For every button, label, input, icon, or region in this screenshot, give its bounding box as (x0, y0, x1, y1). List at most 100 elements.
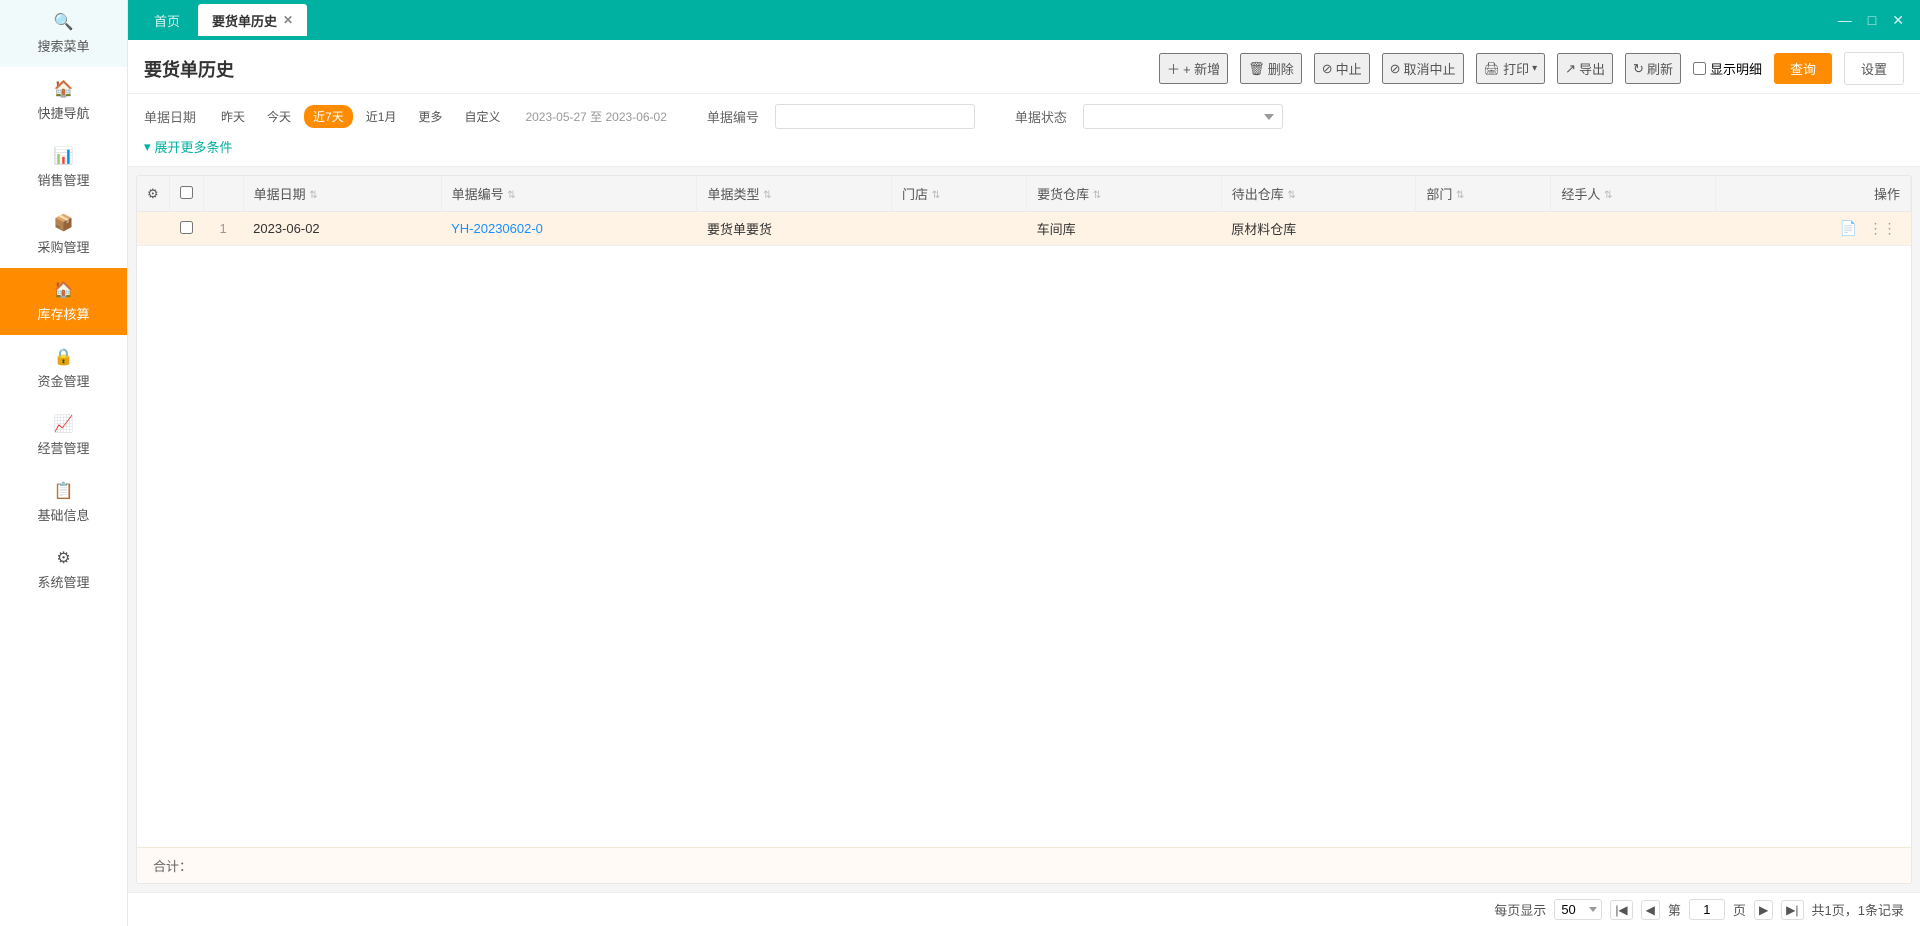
sidebar-item-sales[interactable]: 📊 销售管理 (0, 134, 127, 201)
table-header-row: ⚙ 单据日期 ⇅ 单据编号 ⇅ (137, 176, 1911, 212)
minimize-button[interactable]: — (1834, 10, 1856, 30)
th-type[interactable]: 单据类型 ⇅ (697, 176, 892, 212)
data-table: ⚙ 单据日期 ⇅ 单据编号 ⇅ (137, 176, 1911, 246)
more-op-icon[interactable]: ⋮⋮ (1865, 218, 1901, 238)
tab-requisition-history[interactable]: 要货单历史 ✕ (198, 4, 307, 36)
date-btn-yesterday[interactable]: 昨天 (212, 105, 254, 128)
last-page-button[interactable]: ▶| (1781, 900, 1803, 920)
td-pending-warehouse: 原材料仓库 (1221, 212, 1416, 246)
row-checkbox[interactable] (180, 221, 193, 234)
sort-pending-wh-icon: ⇅ (1287, 190, 1295, 201)
tab-close-icon[interactable]: ✕ (283, 13, 293, 27)
stop-icon: ⊘ (1322, 61, 1333, 77)
sidebar-item-basic-info[interactable]: 📋 基础信息 (0, 469, 127, 536)
next-page-button[interactable]: ▶ (1754, 900, 1773, 920)
topbar: 首页 要货单历史 ✕ — □ ✕ (128, 0, 1920, 40)
tab-home[interactable]: 首页 (140, 4, 194, 36)
print-button[interactable]: 🖨 打印 ▾ (1476, 53, 1546, 84)
per-page-label: 每页显示 (1494, 900, 1546, 919)
refresh-button[interactable]: ↻ 刷新 (1625, 53, 1681, 84)
table-wrapper[interactable]: ⚙ 单据日期 ⇅ 单据编号 ⇅ (137, 176, 1911, 847)
add-icon: ＋ (1167, 59, 1180, 78)
stop-button[interactable]: ⊘ 中止 (1314, 53, 1370, 84)
quick-nav-icon: 🏠 (54, 79, 74, 99)
print-icon: 🖨 (1484, 61, 1501, 77)
order-no-input[interactable] (775, 104, 975, 129)
first-page-button[interactable]: |◀ (1610, 900, 1632, 920)
cancel-stop-button[interactable]: ⊘ 取消中止 (1382, 53, 1464, 84)
date-btn-more[interactable]: 更多 (409, 105, 451, 128)
sidebar: 🔍 搜索菜单 🏠 快捷导航 📊 销售管理 📦 采购管理 🏠 库存核算 🔒 资金管… (0, 0, 128, 926)
th-settings[interactable]: ⚙ (137, 176, 169, 212)
th-department[interactable]: 部门 ⇅ (1416, 176, 1551, 212)
summary-row: 合计： (137, 847, 1911, 883)
sidebar-item-search-menu[interactable]: 🔍 搜索菜单 (0, 0, 127, 67)
th-handler[interactable]: 经手人 ⇅ (1551, 176, 1716, 212)
table-area: ⚙ 单据日期 ⇅ 单据编号 ⇅ (136, 175, 1912, 884)
toolbar: ＋ + 新增 🗑 删除 ⊘ 中止 ⊘ 取消中止 🖨 打印 (1159, 52, 1904, 85)
td-store (892, 212, 1027, 246)
th-date[interactable]: 单据日期 ⇅ (243, 176, 441, 212)
prev-page-button[interactable]: ◀ (1641, 900, 1660, 920)
page-label-pre: 第 (1668, 900, 1681, 919)
per-page-select[interactable]: 50 20 100 200 (1554, 899, 1602, 920)
display-detail-checkbox[interactable]: 显示明细 (1693, 59, 1762, 78)
date-btn-1month[interactable]: 近1月 (357, 105, 406, 128)
maximize-button[interactable]: □ (1864, 10, 1880, 30)
sidebar-item-operations[interactable]: 📈 经营管理 (0, 402, 127, 469)
topbar-right-controls: — □ ✕ (1834, 10, 1908, 31)
date-btn-custom[interactable]: 自定义 (455, 105, 509, 128)
order-no-label: 单据编号 (707, 107, 759, 126)
export-button[interactable]: ↗ 导出 (1557, 53, 1613, 84)
query-button[interactable]: 查询 (1774, 53, 1832, 84)
system-icon: ⚙ (56, 548, 70, 568)
td-operation: 📄 ⋮⋮ (1716, 212, 1911, 246)
th-operation: 操作 (1716, 176, 1911, 212)
sidebar-item-inventory[interactable]: 🏠 库存核算 (0, 268, 127, 335)
sort-req-wh-icon: ⇅ (1093, 190, 1101, 201)
status-label: 单据状态 (1015, 107, 1067, 126)
page-number-input[interactable] (1689, 899, 1725, 920)
search-menu-icon: 🔍 (54, 12, 74, 32)
status-select[interactable] (1083, 104, 1283, 129)
th-store[interactable]: 门店 ⇅ (892, 176, 1027, 212)
select-all-checkbox[interactable] (180, 186, 193, 199)
filter-row-1: 单据日期 昨天 今天 近7天 近1月 更多 自定义 2023-05-27 至 2… (144, 104, 1904, 129)
date-btn-today[interactable]: 今天 (258, 105, 300, 128)
sidebar-item-purchase[interactable]: 📦 采购管理 (0, 201, 127, 268)
th-req-warehouse[interactable]: 要货仓库 ⇅ (1027, 176, 1222, 212)
delete-button[interactable]: 🗑 删除 (1240, 53, 1302, 84)
th-pending-warehouse[interactable]: 待出仓库 ⇅ (1221, 176, 1416, 212)
td-handler (1551, 212, 1716, 246)
date-btn-7days[interactable]: 近7天 (304, 105, 353, 128)
sidebar-item-finance[interactable]: 🔒 资金管理 (0, 335, 127, 402)
order-no-link[interactable]: YH-20230602-0 (451, 221, 543, 236)
main-area: 首页 要货单历史 ✕ — □ ✕ 要货单历史 ＋ + 新增 🗑 删除 (128, 0, 1920, 926)
sidebar-item-system[interactable]: ⚙ 系统管理 (0, 536, 127, 603)
td-checkbox[interactable] (169, 212, 203, 246)
th-order-no[interactable]: 单据编号 ⇅ (441, 176, 697, 212)
cancel-stop-icon: ⊘ (1390, 61, 1401, 77)
date-filter-buttons: 昨天 今天 近7天 近1月 更多 自定义 (212, 105, 509, 128)
page-header: 要货单历史 ＋ + 新增 🗑 删除 ⊘ 中止 ⊘ 取消中止 (128, 40, 1920, 94)
td-num: 1 (203, 212, 243, 246)
chevron-down-icon: ▾ (144, 139, 151, 155)
add-button[interactable]: ＋ + 新增 (1159, 53, 1228, 84)
sidebar-item-quick-nav[interactable]: 🏠 快捷导航 (0, 67, 127, 134)
refresh-icon: ↻ (1633, 61, 1644, 77)
page-title: 要货单历史 (144, 56, 1159, 82)
td-order-no[interactable]: YH-20230602-0 (441, 212, 697, 246)
sales-icon: 📊 (54, 146, 74, 166)
operations-icon: 📈 (54, 414, 74, 434)
th-checkbox[interactable] (169, 176, 203, 212)
view-op-icon[interactable]: 📄 (1835, 218, 1860, 238)
sort-date-icon: ⇅ (309, 190, 317, 201)
close-button[interactable]: ✕ (1888, 10, 1908, 31)
expand-more-button[interactable]: ▾ 展开更多条件 (144, 137, 233, 156)
print-chevron-icon: ▾ (1532, 63, 1537, 74)
settings-filter-button[interactable]: 设置 (1844, 52, 1904, 85)
table-row[interactable]: 1 2023-06-02 YH-20230602-0 要货单要货 车间库 原材料… (137, 212, 1911, 246)
sort-handler-icon: ⇅ (1604, 190, 1612, 201)
display-detail-input[interactable] (1693, 62, 1706, 75)
td-type: 要货单要货 (697, 212, 892, 246)
